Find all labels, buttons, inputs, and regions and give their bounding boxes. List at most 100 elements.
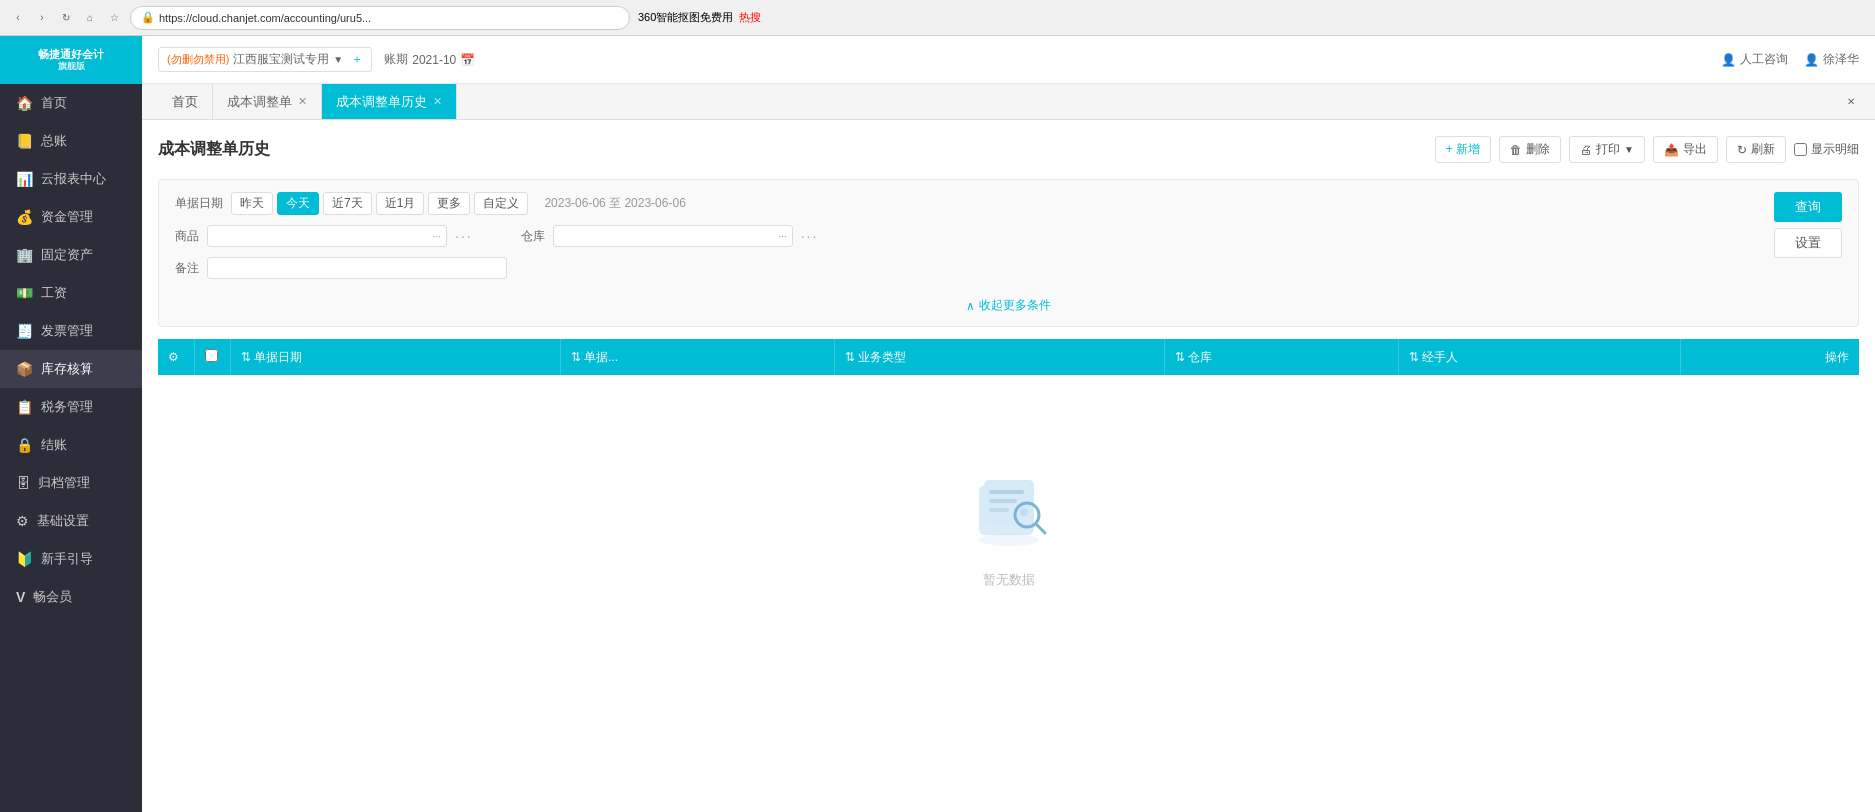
forward-btn[interactable]: › [34,10,50,26]
page-area: 成本调整单历史 + 新增 🗑 删除 🖨 打印 ▼ 📤 导出 [142,120,1875,812]
warehouse-more-icon[interactable]: ··· [801,228,819,244]
close-window-btn[interactable]: ✕ [1843,94,1859,110]
query-button[interactable]: 查询 [1774,192,1842,222]
sidebar-item-inventory[interactable]: 📦 库存核算 [0,350,142,388]
svg-line-7 [1036,524,1045,533]
date-filter-label: 单据日期 [175,195,223,212]
date-btn-yesterday[interactable]: 昨天 [231,192,273,215]
note-input[interactable] [207,257,507,279]
data-table: ⚙ ⇅ 单据日期 ⇅ 单据... [158,339,1859,669]
col-date[interactable]: ⇅ 单据日期 [230,339,560,375]
refresh-button[interactable]: ↻ 刷新 [1726,136,1786,163]
filter-settings-button[interactable]: 设置 [1774,228,1842,258]
filter-area: 单据日期 昨天 今天 近7天 近1月 更多 自定义 2023-06-06 至 2… [158,179,1859,327]
sidebar-item-funds[interactable]: 💰 资金管理 [0,198,142,236]
date-btn-1month[interactable]: 近1月 [376,192,425,215]
sidebar-item-reports[interactable]: 📊 云报表中心 [0,160,142,198]
goods-more-icon[interactable]: ··· [455,228,473,244]
col-settings-icon[interactable]: ⚙ [168,350,179,364]
date-btn-today[interactable]: 今天 [277,192,319,215]
user-info[interactable]: 👤 徐泽华 [1804,51,1859,68]
tab-cost-adjust-history[interactable]: 成本调整单历史 ✕ [322,84,457,119]
tab-home[interactable]: 首页 [158,84,213,119]
export-button[interactable]: 📤 导出 [1653,136,1718,163]
company-name: 江西服宝测试专用 [233,51,329,68]
sort-number-icon[interactable]: ⇅ [571,350,581,364]
note-filter-label: 备注 [175,260,199,277]
sidebar-item-vip[interactable]: V 畅会员 [0,578,142,616]
sort-warehouse-icon[interactable]: ⇅ [1175,350,1185,364]
export-icon: 📤 [1664,143,1679,157]
table-header-row: ⚙ ⇅ 单据日期 ⇅ 单据... [158,339,1859,375]
top-bar-left: (勿删勿禁用) 江西服宝测试专用 ▼ ＋ 账期 2021-10 📅 [158,47,475,72]
calendar-icon[interactable]: 📅 [460,53,475,67]
col-settings[interactable]: ⚙ [158,339,194,375]
company-warning: (勿删勿禁用) [167,52,229,67]
sidebar-item-close[interactable]: 🔒 结账 [0,426,142,464]
goods-select[interactable] [207,225,447,247]
goods-select-wrapper [207,225,447,247]
archive-icon: 🗄 [16,475,30,491]
period-info: 账期 2021-10 📅 [384,51,475,68]
col-checkbox[interactable] [194,339,230,375]
funds-icon: 💰 [16,209,33,225]
sidebar-item-home[interactable]: 🏠 首页 [0,84,142,122]
date-btn-7days[interactable]: 近7天 [323,192,372,215]
salary-icon: 💵 [16,285,33,301]
detail-checkbox-input[interactable] [1794,143,1807,156]
sidebar-item-guide[interactable]: 🔰 新手引导 [0,540,142,578]
print-icon: 🖨 [1580,143,1592,157]
sidebar-item-salary[interactable]: 💵 工资 [0,274,142,312]
sidebar-item-fixed-assets[interactable]: 🏢 固定资产 [0,236,142,274]
bookmark-btn[interactable]: ☆ [106,10,122,26]
new-button[interactable]: + 新增 [1435,136,1491,163]
col-warehouse[interactable]: ⇅ 仓库 [1164,339,1398,375]
add-icon[interactable]: ＋ [351,51,363,68]
home-icon: 🏠 [16,95,33,111]
user-avatar-icon: 👤 [1804,53,1819,67]
collapse-button[interactable]: ∧ 收起更多条件 [175,297,1842,314]
sort-date-icon[interactable]: ⇅ [241,350,251,364]
tab-cost-adjust[interactable]: 成本调整单 ✕ [213,84,322,119]
hot-label: 热搜 [739,10,761,25]
sidebar-item-ledger[interactable]: 📒 总账 [0,122,142,160]
col-operator[interactable]: ⇅ 经手人 [1398,339,1680,375]
sidebar-item-settings[interactable]: ⚙ 基础设置 [0,502,142,540]
col-biz-type[interactable]: ⇅ 业务类型 [834,339,1164,375]
goods-filter-label: 商品 [175,228,199,245]
date-btn-custom[interactable]: 自定义 [474,192,528,215]
address-bar[interactable]: 🔒 https://cloud.chanjet.com/accounting/u… [130,6,630,30]
sidebar-item-archive[interactable]: 🗄 归档管理 [0,464,142,502]
empty-illustration [959,455,1059,555]
home-btn[interactable]: ⌂ [82,10,98,26]
close-tab-cost-adjust[interactable]: ✕ [298,95,307,108]
col-number[interactable]: ⇅ 单据... [560,339,834,375]
select-all-checkbox[interactable] [205,349,218,362]
app-wrapper: 畅捷通好会计 旗舰版 🏠 首页 📒 总账 📊 云报表中心 💰 资金管理 🏢 固定… [0,36,1875,812]
sidebar-logo: 畅捷通好会计 旗舰版 [0,36,142,84]
back-btn[interactable]: ‹ [10,10,26,26]
service-icon: 👤 [1721,53,1736,67]
date-btn-more[interactable]: 更多 [428,192,470,215]
sort-operator-icon[interactable]: ⇅ [1409,350,1419,364]
search-label: 360智能抠图免费用 [638,10,733,25]
print-button[interactable]: 🖨 打印 ▼ [1569,136,1645,163]
sidebar-item-invoice[interactable]: 🧾 发票管理 [0,312,142,350]
date-filter-btns: 昨天 今天 近7天 近1月 更多 自定义 [231,192,528,215]
filter-main: 单据日期 昨天 今天 近7天 近1月 更多 自定义 2023-06-06 至 2… [175,192,1842,289]
sidebar-item-tax[interactable]: 📋 税务管理 [0,388,142,426]
goods-warehouse-row: 商品 ··· 仓库 ··· [175,225,1758,247]
close-tab-history[interactable]: ✕ [433,95,442,108]
svg-point-8 [1020,508,1028,516]
delete-button[interactable]: 🗑 删除 [1499,136,1561,163]
filter-fields: 单据日期 昨天 今天 近7天 近1月 更多 自定义 2023-06-06 至 2… [175,192,1758,289]
display-detail-checkbox[interactable]: 显示明细 [1794,141,1859,158]
warehouse-select[interactable] [553,225,793,247]
reload-btn[interactable]: ↻ [58,10,74,26]
browser-toolbar-right: 360智能抠图免费用 热搜 [638,10,761,25]
service-btn[interactable]: 👤 人工咨询 [1721,51,1788,68]
tax-icon: 📋 [16,399,33,415]
company-selector[interactable]: (勿删勿禁用) 江西服宝测试专用 ▼ ＋ [158,47,372,72]
sort-biz-type-icon[interactable]: ⇅ [845,350,855,364]
date-filter-row: 单据日期 昨天 今天 近7天 近1月 更多 自定义 2023-06-06 至 2… [175,192,1758,215]
